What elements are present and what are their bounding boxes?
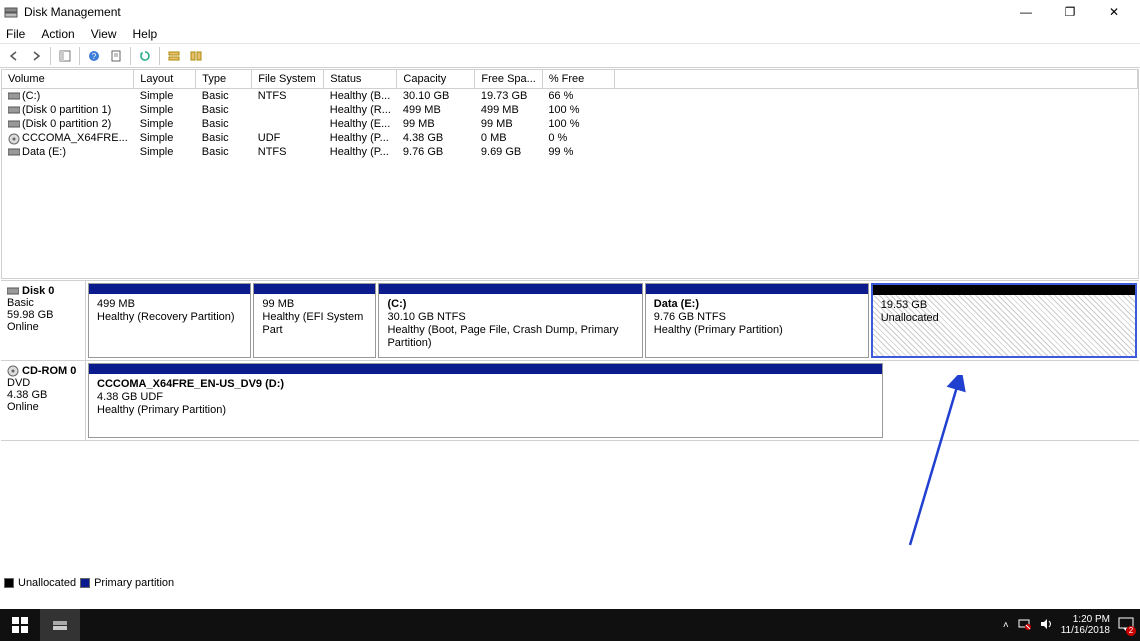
tray-network-icon[interactable] bbox=[1017, 618, 1031, 633]
start-button[interactable] bbox=[0, 609, 40, 641]
volume-list[interactable]: Volume Layout Type File System Status Ca… bbox=[1, 69, 1139, 279]
legend-swatch-unalloc bbox=[4, 578, 14, 588]
disk-row-cdrom0: CD-ROM 0 DVD 4.38 GB Online CCCOMA_X64FR… bbox=[1, 361, 1139, 441]
disk-info-0[interactable]: Disk 0 Basic 59.98 GB Online bbox=[1, 281, 86, 360]
col-freespace[interactable]: Free Spa... bbox=[475, 70, 542, 88]
tray-clock[interactable]: 1:20 PM 11/16/2018 bbox=[1061, 614, 1110, 636]
view-button-1[interactable] bbox=[164, 46, 184, 66]
forward-button[interactable] bbox=[26, 46, 46, 66]
partition-box[interactable]: Data (E:)9.76 GB NTFSHealthy (Primary Pa… bbox=[645, 283, 869, 358]
volume-row[interactable]: CCCOMA_X64FRE...SimpleBasicUDFHealthy (P… bbox=[2, 131, 1138, 145]
show-hide-button[interactable] bbox=[55, 46, 75, 66]
taskbar-app-diskmgmt[interactable] bbox=[40, 609, 80, 641]
help-button[interactable]: ? bbox=[84, 46, 104, 66]
view-button-2[interactable] bbox=[186, 46, 206, 66]
system-tray[interactable]: ˄ 1:20 PM 11/16/2018 2 bbox=[997, 614, 1140, 636]
svg-text:?: ? bbox=[92, 52, 97, 61]
volume-icon bbox=[8, 91, 20, 101]
toolbar: ? bbox=[0, 44, 1140, 68]
close-button[interactable]: ✕ bbox=[1092, 0, 1136, 24]
window-title: Disk Management bbox=[24, 5, 1004, 19]
volume-row[interactable]: Data (E:)SimpleBasicNTFSHealthy (P...9.7… bbox=[2, 145, 1138, 159]
col-layout[interactable]: Layout bbox=[134, 70, 196, 88]
tray-notifications-icon[interactable]: 2 bbox=[1118, 617, 1134, 634]
col-status[interactable]: Status bbox=[324, 70, 397, 88]
col-capacity[interactable]: Capacity bbox=[397, 70, 475, 88]
tray-volume-icon[interactable] bbox=[1039, 618, 1053, 633]
disk-info-cdrom0[interactable]: CD-ROM 0 DVD 4.38 GB Online bbox=[1, 361, 86, 440]
window-titlebar: Disk Management — ❐ ✕ bbox=[0, 0, 1140, 24]
menu-file[interactable]: File bbox=[6, 27, 25, 41]
col-volume[interactable]: Volume bbox=[2, 70, 134, 88]
volume-icon bbox=[8, 105, 20, 115]
volume-icon bbox=[8, 147, 20, 157]
menu-action[interactable]: Action bbox=[41, 27, 74, 41]
legend: Unallocated Primary partition bbox=[4, 577, 174, 589]
properties-button[interactable] bbox=[106, 46, 126, 66]
cdrom-icon bbox=[7, 365, 19, 377]
col-filesystem[interactable]: File System bbox=[252, 70, 324, 88]
legend-swatch-primary bbox=[80, 578, 90, 588]
app-icon bbox=[4, 5, 18, 19]
tray-chevron-up-icon[interactable]: ˄ bbox=[1003, 620, 1009, 631]
partition-box-unallocated[interactable]: 19.53 GBUnallocated bbox=[871, 283, 1137, 358]
volume-row[interactable]: (C:)SimpleBasicNTFSHealthy (B...30.10 GB… bbox=[2, 88, 1138, 103]
volume-icon bbox=[8, 119, 20, 129]
menu-bar: File Action View Help bbox=[0, 24, 1140, 44]
disk-graphical-view: Disk 0 Basic 59.98 GB Online 499 MBHealt… bbox=[1, 280, 1139, 570]
taskbar[interactable]: ˄ 1:20 PM 11/16/2018 2 bbox=[0, 609, 1140, 641]
volume-row[interactable]: (Disk 0 partition 2)SimpleBasicHealthy (… bbox=[2, 117, 1138, 131]
minimize-button[interactable]: — bbox=[1004, 0, 1048, 24]
col-pctfree[interactable]: % Free bbox=[542, 70, 614, 88]
disk-row-0: Disk 0 Basic 59.98 GB Online 499 MBHealt… bbox=[1, 281, 1139, 361]
menu-view[interactable]: View bbox=[91, 27, 117, 41]
menu-help[interactable]: Help bbox=[133, 27, 158, 41]
refresh-button[interactable] bbox=[135, 46, 155, 66]
volume-row[interactable]: (Disk 0 partition 1)SimpleBasicHealthy (… bbox=[2, 103, 1138, 117]
partition-box[interactable]: 99 MBHealthy (EFI System Part bbox=[253, 283, 376, 358]
back-button[interactable] bbox=[4, 46, 24, 66]
partition-box[interactable]: 499 MBHealthy (Recovery Partition) bbox=[88, 283, 251, 358]
volume-icon bbox=[8, 133, 20, 143]
maximize-button[interactable]: ❐ bbox=[1048, 0, 1092, 24]
col-type[interactable]: Type bbox=[196, 70, 252, 88]
partition-box[interactable]: (C:)30.10 GB NTFSHealthy (Boot, Page Fil… bbox=[378, 283, 642, 358]
partition-box-cdrom[interactable]: CCCOMA_X64FRE_EN-US_DV9 (D:) 4.38 GB UDF… bbox=[88, 363, 883, 438]
disk-icon bbox=[7, 286, 19, 296]
